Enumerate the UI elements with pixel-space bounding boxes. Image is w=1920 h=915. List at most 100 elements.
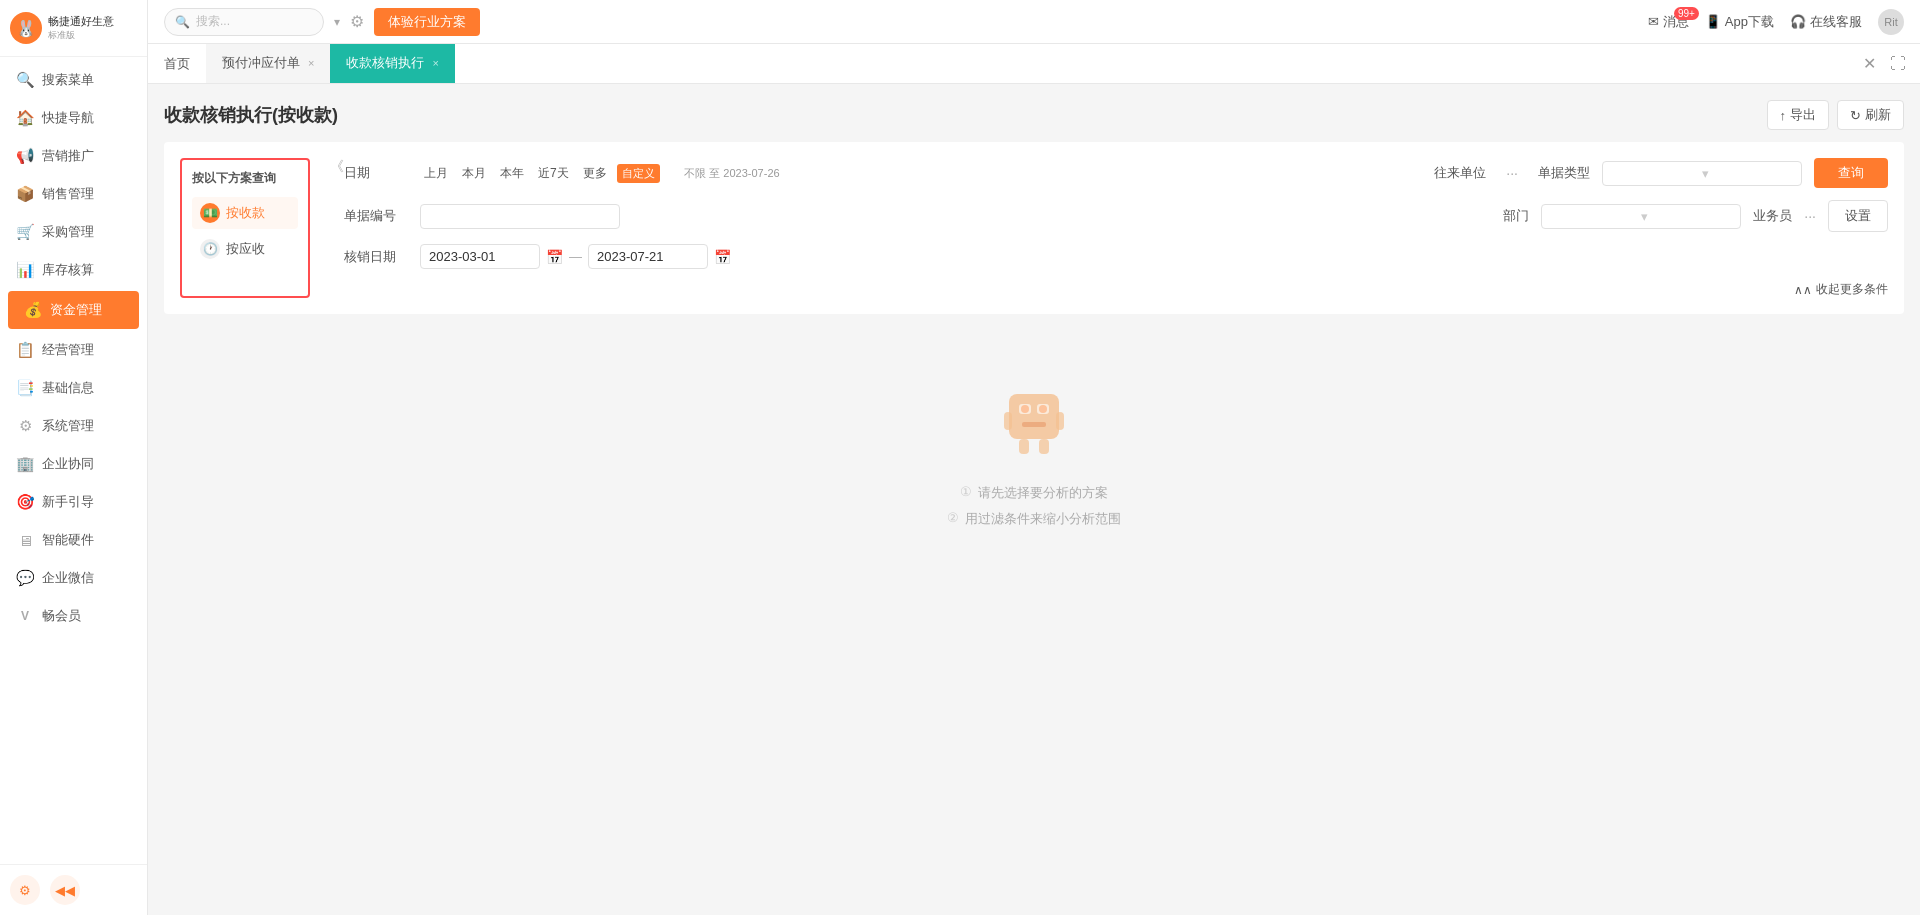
tab-home[interactable]: 首页 xyxy=(148,44,206,83)
operation-icon: 📋 xyxy=(16,341,34,359)
finance-icon: 💰 xyxy=(24,301,42,319)
date-this-year[interactable]: 本年 xyxy=(496,163,528,184)
sidebar-collapse-button[interactable]: ◀◀ xyxy=(50,875,80,905)
date-more[interactable]: 更多 xyxy=(579,163,611,184)
svg-rect-7 xyxy=(1039,439,1049,454)
sidebar-item-marketing[interactable]: 📢 营销推广 xyxy=(0,137,147,175)
message-icon: ✉ xyxy=(1648,14,1659,29)
dept-select[interactable]: ▾ xyxy=(1541,204,1741,229)
refresh-button[interactable]: ↻ 刷新 xyxy=(1837,100,1904,130)
sidebar-item-finance[interactable]: 💰 资金管理 xyxy=(8,291,139,329)
tab-home-label: 首页 xyxy=(164,55,190,73)
filter-option-by-receivable[interactable]: 🕐 按应收 xyxy=(192,233,298,265)
sidebar-settings-button[interactable]: ⚙ xyxy=(10,875,40,905)
app-download-button[interactable]: 📱 App下载 xyxy=(1705,13,1774,31)
setting-button[interactable]: 设置 xyxy=(1828,200,1888,232)
industry-solution-button[interactable]: 体验行业方案 xyxy=(374,8,480,36)
verify-date-range: 📅 — 📅 xyxy=(420,244,731,269)
tab-prepay-close-icon[interactable]: × xyxy=(308,57,314,69)
date-custom-badge[interactable]: 自定义 xyxy=(617,164,660,183)
tab-prepay[interactable]: 预付冲应付单 × xyxy=(206,44,330,83)
page-content: 收款核销执行(按收款) ↑ 导出 ↻ 刷新 按以下方案查询 💵 按收款 xyxy=(148,84,1920,915)
logo-icon: 🐰 xyxy=(10,12,42,44)
sidebar-item-label: 搜索菜单 xyxy=(42,71,94,89)
filter-collapse-icon[interactable]: 《 xyxy=(330,158,344,298)
svg-rect-0 xyxy=(1009,394,1059,439)
empty-robot-illustration xyxy=(984,374,1084,464)
sidebar-item-guide[interactable]: 🎯 新手引导 xyxy=(0,483,147,521)
home-icon: 🏠 xyxy=(16,109,34,127)
sidebar-item-system[interactable]: ⚙ 系统管理 xyxy=(0,407,147,445)
staff-dots-button[interactable]: ··· xyxy=(1804,208,1816,224)
counterpart-dots-button[interactable]: ··· xyxy=(1498,161,1526,185)
message-button[interactable]: ✉ 消息 99+ xyxy=(1648,13,1689,31)
date-nolimit: 不限 xyxy=(684,167,706,179)
search-placeholder: 搜索... xyxy=(196,13,230,30)
tabs-actions: ✕ ⛶ xyxy=(1859,44,1920,83)
filter-sidebar-title: 按以下方案查询 xyxy=(192,170,298,187)
empty-icon-wrap xyxy=(984,374,1084,464)
doc-type-select[interactable]: ▾ xyxy=(1602,161,1802,186)
date-last-7days[interactable]: 近7天 xyxy=(534,163,573,184)
sidebar-item-operation[interactable]: 📋 经营管理 xyxy=(0,331,147,369)
filter-option-by-receipt[interactable]: 💵 按收款 xyxy=(192,197,298,229)
sales-icon: 📦 xyxy=(16,185,34,203)
date-label: 日期 xyxy=(344,164,404,182)
message-badge: 99+ xyxy=(1674,7,1699,20)
export-button[interactable]: ↑ 导出 xyxy=(1767,100,1830,130)
date-to: 至 2023-07-26 xyxy=(709,167,779,179)
sidebar-item-label: 快捷导航 xyxy=(42,109,94,127)
verify-date-end-input[interactable] xyxy=(588,244,708,269)
query-button[interactable]: 查询 xyxy=(1814,158,1888,188)
sidebar-item-sales[interactable]: 📦 销售管理 xyxy=(0,175,147,213)
sidebar-item-inventory[interactable]: 📊 库存核算 xyxy=(0,251,147,289)
empty-hint-2: ② 用过滤条件来缩小分析范围 xyxy=(947,510,1121,528)
sidebar-item-quick[interactable]: 🏠 快捷导航 xyxy=(0,99,147,137)
refresh-label: 刷新 xyxy=(1865,106,1891,124)
page-actions: ↑ 导出 ↻ 刷新 xyxy=(1767,100,1905,130)
calendar-start-icon[interactable]: 📅 xyxy=(546,249,563,265)
search-icon: 🔍 xyxy=(175,15,190,29)
sidebar-item-enterprise[interactable]: 🏢 企业协同 xyxy=(0,445,147,483)
collapse-more-button[interactable]: ∧∧ 收起更多条件 xyxy=(344,281,1888,298)
sidebar-logo: 🐰 畅捷通好生意 标准版 xyxy=(0,0,147,57)
online-service-button[interactable]: 🎧 在线客服 xyxy=(1790,13,1862,31)
sidebar-item-label: 新手引导 xyxy=(42,493,94,511)
date-last-month[interactable]: 上月 xyxy=(420,163,452,184)
sidebar-item-basic[interactable]: 📑 基础信息 xyxy=(0,369,147,407)
date-nolimit-wrap: 不限 至 2023-07-26 xyxy=(684,165,780,181)
tab-expand-button[interactable]: ⛶ xyxy=(1886,53,1910,75)
receivable-icon: 🕐 xyxy=(200,239,220,259)
sidebar-bottom: ⚙ ◀◀ xyxy=(0,864,147,915)
sidebar-item-member[interactable]: V 畅会员 xyxy=(0,597,147,635)
collapse-up-icon: ∧∧ xyxy=(1794,283,1812,297)
tab-verify-close-icon[interactable]: × xyxy=(432,57,438,69)
avatar[interactable]: Rit xyxy=(1878,9,1904,35)
sidebar-item-purchase[interactable]: 🛒 采购管理 xyxy=(0,213,147,251)
sidebar-item-hardware[interactable]: 🖥 智能硬件 xyxy=(0,521,147,559)
receipt-icon: 💵 xyxy=(200,203,220,223)
sidebar-item-label: 采购管理 xyxy=(42,223,94,241)
tab-close-window-button[interactable]: ✕ xyxy=(1859,52,1880,75)
doc-num-input[interactable] xyxy=(420,204,620,229)
tab-prepay-label: 预付冲应付单 xyxy=(222,54,300,72)
topbar-gear-icon[interactable]: ⚙ xyxy=(350,12,364,31)
sidebar-item-label: 资金管理 xyxy=(50,301,102,319)
empty-state: ① 请先选择要分析的方案 ② 用过滤条件来缩小分析范围 xyxy=(164,314,1904,588)
hardware-icon: 🖥 xyxy=(16,532,34,549)
sidebar-item-search[interactable]: 🔍 搜索菜单 xyxy=(0,61,147,99)
tab-verify[interactable]: 收款核销执行 × xyxy=(330,44,454,83)
search-icon: 🔍 xyxy=(16,71,34,89)
service-icon: 🎧 xyxy=(1790,14,1806,29)
topbar-search[interactable]: 🔍 搜索... xyxy=(164,8,324,36)
date-this-month[interactable]: 本月 xyxy=(458,163,490,184)
sidebar-item-wechat[interactable]: 💬 企业微信 xyxy=(0,559,147,597)
verify-date-start-input[interactable] xyxy=(420,244,540,269)
empty-hint-1: ① 请先选择要分析的方案 xyxy=(960,484,1108,502)
app-icon: 📱 xyxy=(1705,14,1721,29)
enterprise-icon: 🏢 xyxy=(16,455,34,473)
tabs-bar: 首页 预付冲应付单 × 收款核销执行 × ✕ ⛶ xyxy=(148,44,1920,84)
dropdown-arrow-icon[interactable]: ▾ xyxy=(334,15,340,29)
calendar-end-icon[interactable]: 📅 xyxy=(714,249,731,265)
sidebar-item-label: 库存核算 xyxy=(42,261,94,279)
